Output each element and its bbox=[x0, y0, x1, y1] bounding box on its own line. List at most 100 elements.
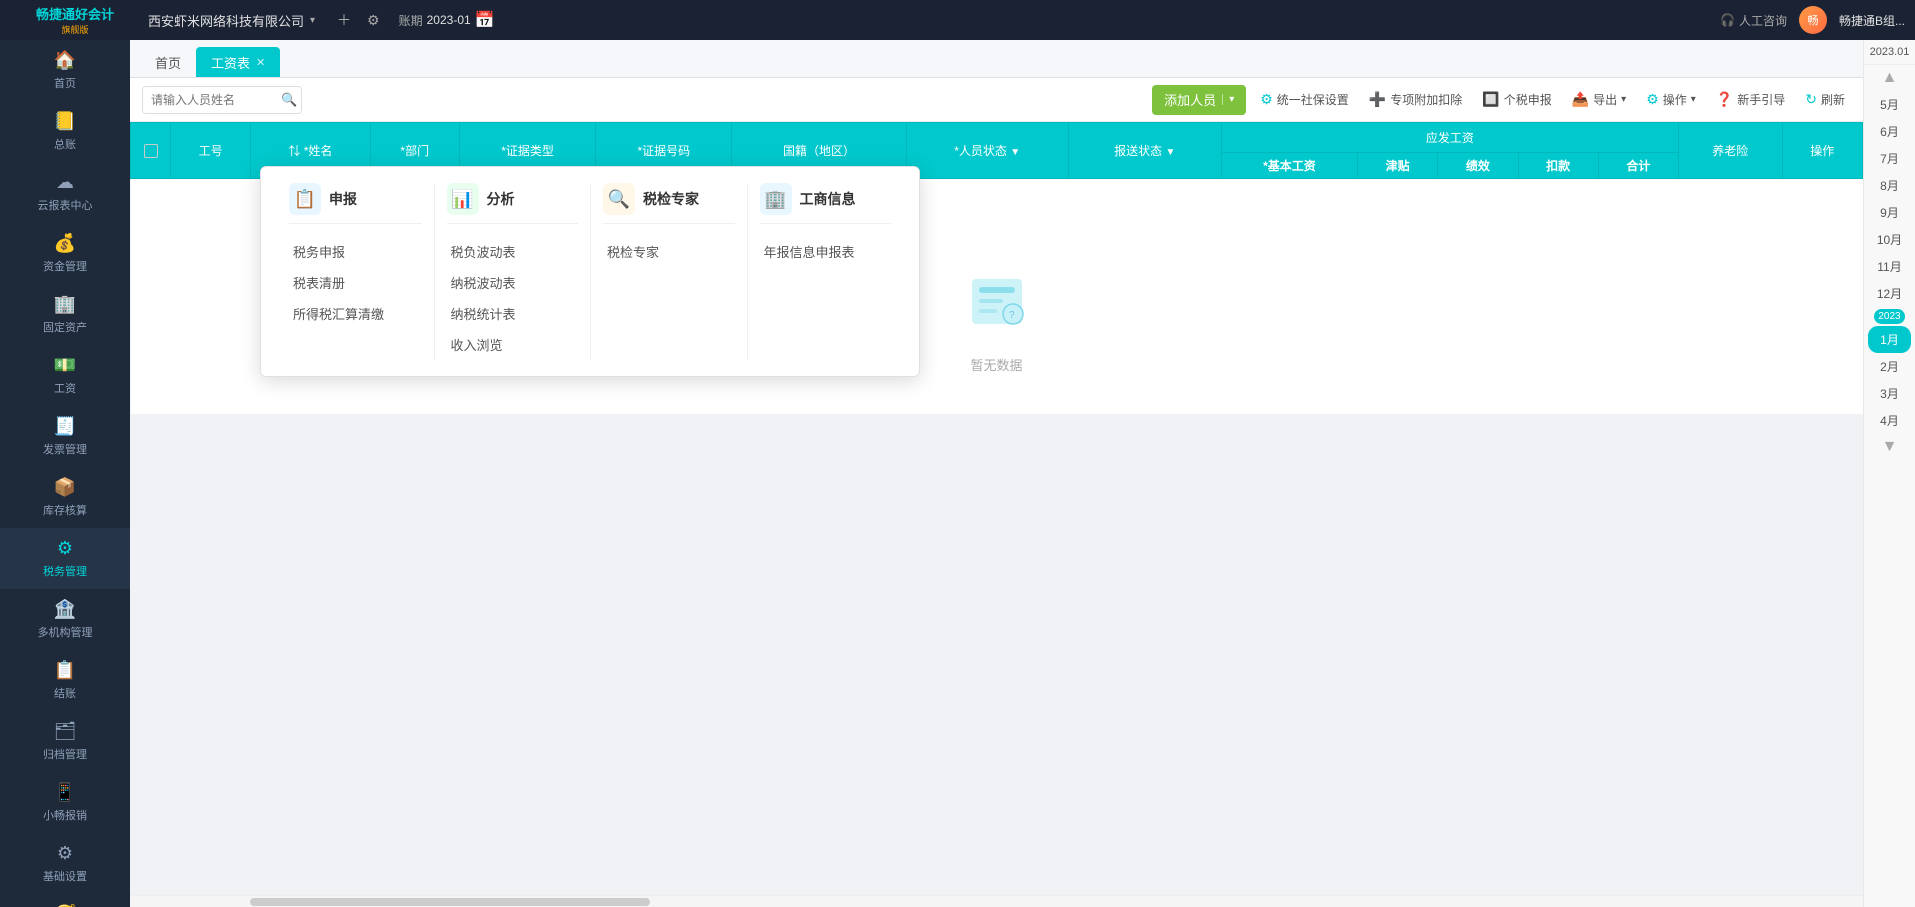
menu-item-tax-calc[interactable]: 所得税汇算清缴 bbox=[289, 298, 422, 329]
search-input[interactable] bbox=[151, 93, 281, 107]
menu-item-tax-report[interactable]: 税务申报 bbox=[289, 236, 422, 267]
help-button[interactable]: 🎧 人工咨询 bbox=[1720, 12, 1787, 29]
month-item-6[interactable]: 6月 bbox=[1864, 118, 1915, 145]
sidebar-item-tax[interactable]: ⚙ 税务管理 bbox=[0, 528, 130, 589]
toolbar-action-social-security[interactable]: ⚙ 统一社保设置 bbox=[1254, 91, 1355, 108]
toolbar-action-refresh[interactable]: ↻ 刷新 bbox=[1799, 91, 1851, 108]
month-item-5[interactable]: 5月 bbox=[1864, 91, 1915, 118]
col-pension: 养老险 bbox=[1678, 123, 1782, 179]
company-selector[interactable]: 西安虾米网络科技有限公司 ▾ bbox=[140, 11, 323, 30]
settings-icon[interactable]: ⚙ bbox=[363, 10, 384, 31]
sidebar-item-inventory[interactable]: 📦 库存核算 bbox=[0, 467, 130, 528]
sidebar-item-invoice[interactable]: 🧾 发票管理 bbox=[0, 406, 130, 467]
toolbar-action-export[interactable]: 📤 导出 ▾ bbox=[1566, 91, 1632, 108]
shuijian-icon: 🔍 bbox=[603, 183, 635, 215]
sidebar-label-archive: 归档管理 bbox=[43, 746, 87, 762]
sidebar-item-assets[interactable]: 🏢 固定资产 bbox=[0, 284, 130, 345]
add-person-button[interactable]: 添加人员 ▾ bbox=[1152, 85, 1246, 115]
month-item-11[interactable]: 11月 bbox=[1864, 253, 1915, 280]
menu-item-tax-wave[interactable]: 纳税波动表 bbox=[447, 267, 579, 298]
col-report-status[interactable]: 报送状态 ▼ bbox=[1068, 123, 1221, 179]
salary-icon: 💵 bbox=[54, 355, 76, 376]
col-performance: 绩效 bbox=[1438, 153, 1518, 179]
sidebar-item-settings[interactable]: ⚙ 基础设置 bbox=[0, 833, 130, 894]
sidebar-label-assets: 固定资产 bbox=[43, 319, 87, 335]
empty-icon: ? bbox=[957, 259, 1037, 339]
select-all-checkbox[interactable] bbox=[144, 144, 158, 158]
toolbar-action-guide[interactable]: ❓ 新手引导 bbox=[1710, 91, 1791, 108]
sidebar-item-close[interactable]: 📋 结账 bbox=[0, 650, 130, 711]
month-item-12[interactable]: 12月 bbox=[1864, 280, 1915, 307]
col-deduction: 扣款 bbox=[1518, 153, 1598, 179]
gongshang-icon: 🏢 bbox=[760, 183, 792, 215]
guide-toolbar-icon: ❓ bbox=[1716, 91, 1733, 108]
month-item-1-active[interactable]: 1月 bbox=[1868, 326, 1911, 353]
refresh-icon: ↻ bbox=[1805, 91, 1817, 108]
menu-item-tax-stat[interactable]: 纳税统计表 bbox=[447, 298, 579, 329]
menu-item-annual-report[interactable]: 年报信息申报表 bbox=[760, 236, 892, 267]
empty-text: 暂无数据 bbox=[970, 355, 1022, 374]
month-item-4[interactable]: 4月 bbox=[1864, 407, 1915, 434]
month-item-2[interactable]: 2月 bbox=[1864, 353, 1915, 380]
add-company-icon[interactable]: ＋ bbox=[333, 8, 355, 32]
search-input-wrap[interactable]: 🔍 bbox=[142, 86, 302, 114]
sidebar-item-expense[interactable]: 📱 小畅报销 bbox=[0, 772, 130, 833]
scrollbar-thumb[interactable] bbox=[250, 898, 650, 906]
sidebar-label-multi: 多机构管理 bbox=[38, 624, 93, 640]
tax-report-label: 个税申报 bbox=[1504, 91, 1552, 108]
sidebar-item-multi[interactable]: 🏦 多机构管理 bbox=[0, 589, 130, 650]
chevron-down-icon: ▾ bbox=[310, 15, 315, 26]
month-item-9[interactable]: 9月 bbox=[1864, 199, 1915, 226]
scroll-up-arrow[interactable]: ▲ bbox=[1878, 65, 1902, 91]
menu-item-tax-table[interactable]: 税表清册 bbox=[289, 267, 422, 298]
toolbar-action-tax-report[interactable]: 🔲 个税申报 bbox=[1476, 91, 1557, 108]
col-staff-status[interactable]: *人员状态 ▼ bbox=[906, 123, 1068, 179]
menu-item-income-browse[interactable]: 收入浏览 bbox=[447, 329, 579, 360]
operation-label: 操作 bbox=[1663, 91, 1687, 108]
home-icon: 🏠 bbox=[54, 50, 76, 71]
sidebar-item-ledger[interactable]: 📒 总账 bbox=[0, 101, 130, 162]
tab-salary[interactable]: 工资表 ✕ bbox=[196, 47, 280, 77]
tab-close-icon[interactable]: ✕ bbox=[256, 56, 265, 69]
sidebar-label-inventory: 库存核算 bbox=[43, 502, 87, 518]
headset-icon: 🎧 bbox=[1720, 13, 1735, 27]
avatar-text: 畅 bbox=[1807, 12, 1818, 28]
month-item-8[interactable]: 8月 bbox=[1864, 172, 1915, 199]
sidebar-item-archive[interactable]: 🗂 归档管理 bbox=[0, 711, 130, 772]
scroll-down-arrow[interactable]: ▼ bbox=[1878, 434, 1902, 460]
horizontal-scrollbar[interactable] bbox=[130, 895, 1863, 907]
refresh-label: 刷新 bbox=[1821, 91, 1845, 108]
calendar-icon[interactable]: 📅 bbox=[475, 10, 495, 30]
month-item-7[interactable]: 7月 bbox=[1864, 145, 1915, 172]
settings-gear-icon: ⚙ bbox=[57, 843, 73, 864]
category-header-shuijian: 🔍 税检专家 bbox=[603, 183, 735, 224]
main-layout: 🏠 首页 📒 总账 ☁ 云报表中心 💰 资金管理 🏢 固定资产 💵 工资 🧾 发… bbox=[0, 40, 1915, 907]
sidebar-item-funds[interactable]: 💰 资金管理 bbox=[0, 223, 130, 284]
social-security-icon: ⚙ bbox=[1260, 91, 1273, 108]
logo-title: 畅捷通好会计 bbox=[36, 4, 114, 23]
tab-home[interactable]: 首页 bbox=[140, 47, 196, 77]
sidebar-item-cloud[interactable]: ☁ 云报表中心 bbox=[0, 162, 130, 223]
sidebar-label-tax: 税务管理 bbox=[43, 563, 87, 579]
sidebar-year-month: 2023.01 bbox=[1870, 46, 1910, 58]
sidebar-item-guide[interactable]: 🧭 新手引导 bbox=[0, 894, 130, 907]
sidebar-item-salary[interactable]: 💵 工资 bbox=[0, 345, 130, 406]
export-arrow-icon: ▾ bbox=[1621, 94, 1626, 105]
menu-item-tax-expert[interactable]: 税检专家 bbox=[603, 236, 735, 267]
sidebar-item-home[interactable]: 🏠 首页 bbox=[0, 40, 130, 101]
month-item-10[interactable]: 10月 bbox=[1864, 226, 1915, 253]
inventory-icon: 📦 bbox=[54, 477, 76, 498]
right-sidebar-header: 2023.01 bbox=[1864, 40, 1915, 65]
toolbar-action-operation[interactable]: ⚙ 操作 ▾ bbox=[1640, 91, 1702, 108]
sidebar-label-salary: 工资 bbox=[54, 380, 76, 396]
top-bar-right: 🎧 人工咨询 畅 畅捷通B组... bbox=[1720, 6, 1905, 34]
fenxi-title: 分析 bbox=[487, 189, 515, 209]
add-person-label: 添加人员 bbox=[1164, 90, 1216, 109]
col-allowance: 津贴 bbox=[1358, 153, 1438, 179]
operation-arrow-icon: ▾ bbox=[1691, 94, 1696, 105]
shenbao-icon: 📋 bbox=[289, 183, 321, 215]
shenbao-title: 申报 bbox=[329, 189, 357, 209]
month-item-3[interactable]: 3月 bbox=[1864, 380, 1915, 407]
menu-item-tax-burden[interactable]: 税负波动表 bbox=[447, 236, 579, 267]
toolbar-action-special-deduct[interactable]: ➕ 专项附加扣除 bbox=[1363, 91, 1468, 108]
